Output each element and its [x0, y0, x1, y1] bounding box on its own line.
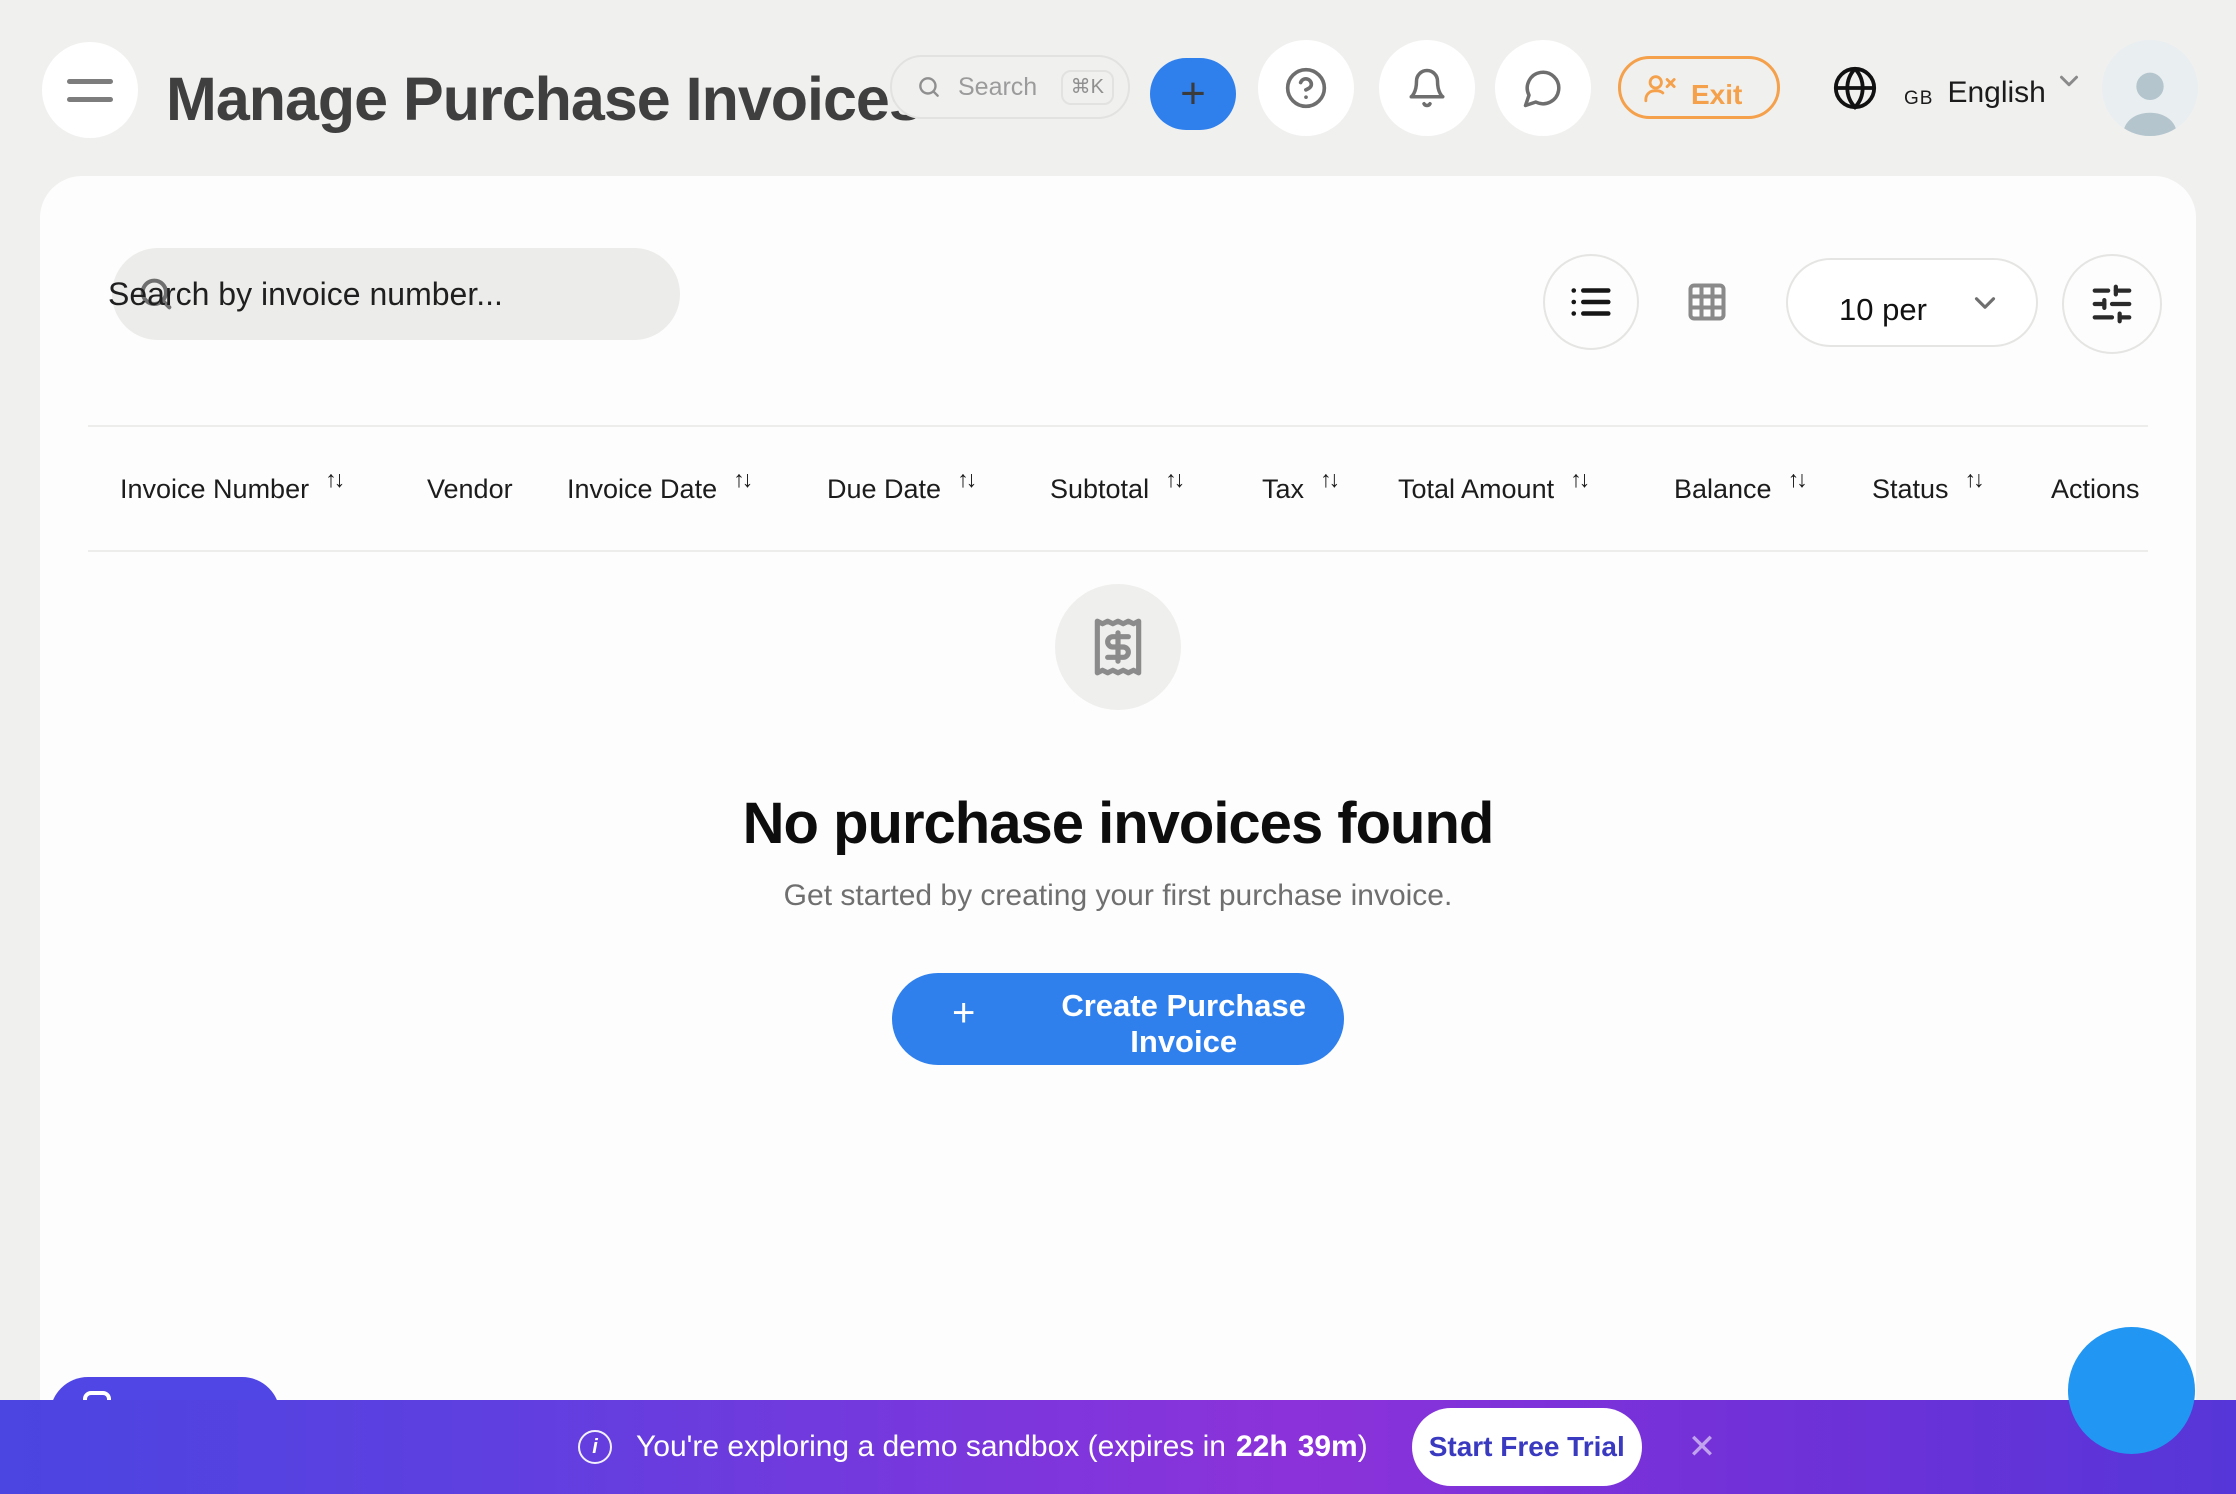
banner-message: You're exploring a demo sandbox (expires… — [636, 1430, 1368, 1464]
create-purchase-invoice-button[interactable]: + Create Purchase Invoice — [892, 973, 1344, 1065]
empty-state-icon-circle — [1055, 584, 1181, 710]
keyboard-shortcut-badge: ⌘K — [1061, 70, 1114, 105]
empty-state: No purchase invoices found Get started b… — [40, 584, 2196, 1065]
plus-icon: + — [1180, 69, 1206, 119]
global-search-placeholder: Search — [958, 73, 1037, 102]
column-header-actions: Actions — [2051, 427, 2140, 552]
expires-hours: 22h — [1236, 1430, 1288, 1463]
column-header-subtotal[interactable]: Subtotal↑↓ — [1050, 427, 1182, 552]
chat-bubble-icon — [1522, 67, 1564, 109]
feedback-chat-button[interactable] — [1495, 40, 1591, 136]
sort-icon[interactable]: ↑↓ — [733, 466, 750, 493]
empty-state-subtitle: Get started by creating your first purch… — [784, 879, 1453, 913]
exit-label: Exit — [1691, 79, 1742, 111]
language-label: English — [1947, 76, 2045, 110]
person-icon — [2111, 66, 2189, 136]
page-size-value-container: 10 per — [1788, 288, 1978, 334]
sort-icon[interactable]: ↑↓ — [1165, 466, 1182, 493]
table-header-row: Invoice Number↑↓ Vendor Invoice Date↑↓ D… — [88, 425, 2148, 552]
user-avatar[interactable] — [2102, 40, 2198, 136]
column-header-tax[interactable]: Tax↑↓ — [1262, 427, 1337, 552]
column-header-vendor: Vendor — [427, 427, 513, 552]
global-search-button[interactable]: Search ⌘K — [890, 55, 1130, 119]
help-icon — [1284, 66, 1328, 110]
column-header-balance[interactable]: Balance↑↓ — [1674, 427, 1805, 552]
demo-sandbox-banner: i You're exploring a demo sandbox (expir… — [0, 1400, 2236, 1494]
chevron-down-icon — [2054, 66, 2084, 96]
content-card: Search by invoice number... 10 per Invoi… — [40, 176, 2196, 1494]
start-free-trial-button[interactable]: Start Free Trial — [1412, 1408, 1642, 1486]
sort-icon[interactable]: ↑↓ — [1965, 466, 1982, 493]
country-code: GB — [1904, 88, 1933, 110]
hamburger-menu-button[interactable] — [42, 42, 138, 138]
invoice-search-placeholder: Search by invoice number... — [108, 248, 503, 340]
language-selector[interactable]: GB English — [1832, 50, 2084, 126]
column-header-total-amount[interactable]: Total Amount↑↓ — [1398, 427, 1587, 552]
list-icon — [1568, 279, 1614, 325]
user-x-icon — [1643, 71, 1677, 105]
page-size-value: 10 per — [1839, 292, 1927, 327]
notifications-button[interactable] — [1379, 40, 1475, 136]
help-button[interactable] — [1258, 40, 1354, 136]
sort-icon[interactable]: ↑↓ — [1320, 466, 1337, 493]
column-header-due-date[interactable]: Due Date↑↓ — [827, 427, 974, 552]
app-window: Manage Purchase Invoices Search ⌘K + Exi… — [0, 0, 2236, 1494]
plus-icon: + — [952, 991, 975, 1036]
empty-state-title: No purchase invoices found — [743, 790, 1494, 857]
exit-demo-button[interactable]: Exit — [1618, 56, 1780, 119]
receipt-icon — [1087, 616, 1149, 678]
column-header-invoice-number[interactable]: Invoice Number↑↓ — [120, 427, 342, 552]
filters-button[interactable] — [2062, 254, 2162, 354]
close-icon[interactable]: ✕ — [1688, 1427, 1717, 1467]
info-icon: i — [578, 1430, 612, 1464]
column-header-invoice-date[interactable]: Invoice Date↑↓ — [567, 427, 750, 552]
sort-icon[interactable]: ↑↓ — [957, 466, 974, 493]
list-view-toggle[interactable] — [1543, 254, 1639, 350]
column-header-status[interactable]: Status↑↓ — [1872, 427, 1982, 552]
create-purchase-invoice-label: Create Purchase Invoice — [1023, 988, 1344, 1060]
grid-view-toggle[interactable] — [1659, 254, 1755, 350]
top-header: Manage Purchase Invoices Search ⌘K + Exi… — [0, 0, 2236, 160]
page-size-dropdown[interactable]: 10 per — [1786, 258, 2038, 347]
expires-minutes: 39m — [1298, 1430, 1358, 1463]
bell-icon — [1406, 67, 1448, 109]
invoice-search-input[interactable]: Search by invoice number... — [112, 248, 680, 340]
search-icon — [916, 74, 942, 100]
chevron-down-icon — [1968, 286, 2002, 320]
floating-action-button[interactable] — [2068, 1327, 2195, 1454]
sort-icon[interactable]: ↑↓ — [1570, 466, 1587, 493]
hamburger-icon — [67, 79, 113, 84]
grid-icon — [1685, 280, 1729, 324]
sliders-icon — [2089, 281, 2135, 327]
sort-icon[interactable]: ↑↓ — [325, 466, 342, 493]
globe-icon — [1832, 65, 1878, 111]
sort-icon[interactable]: ↑↓ — [1788, 466, 1805, 493]
